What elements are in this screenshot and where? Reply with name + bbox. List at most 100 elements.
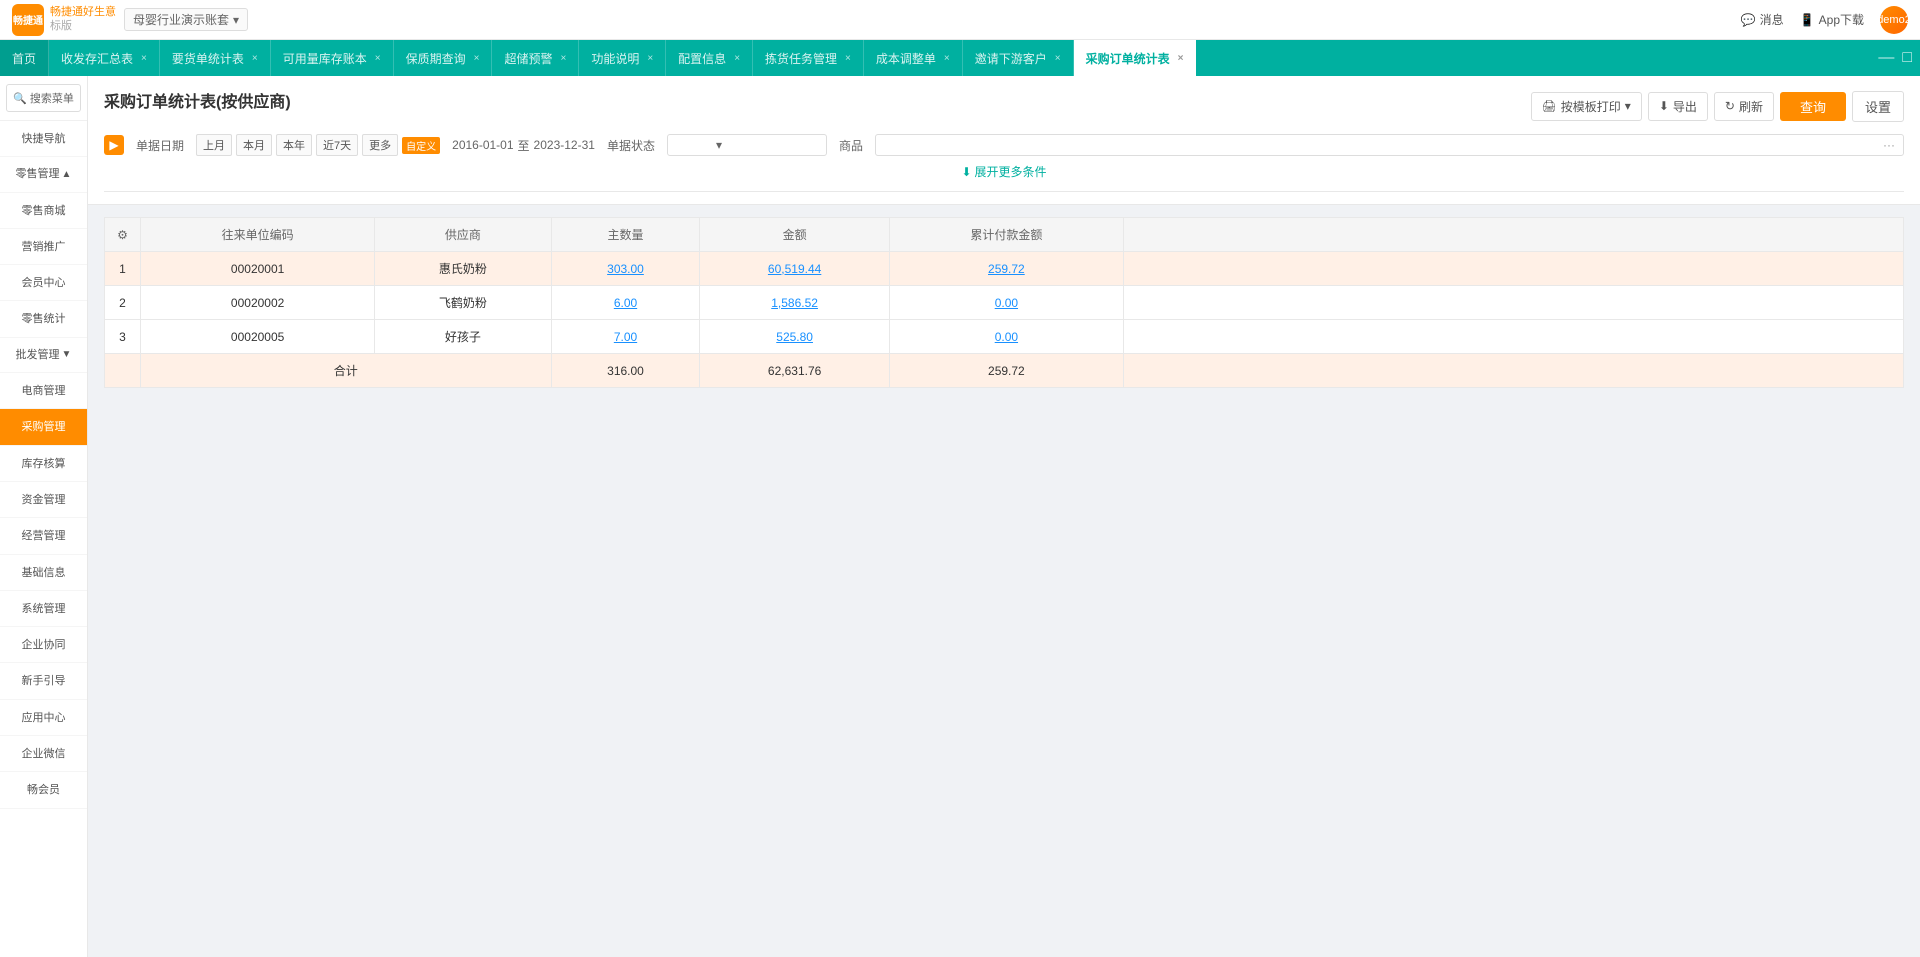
row2-amount[interactable]: 1,586.52 <box>700 286 889 320</box>
tab-cost[interactable]: 成本调整单 × <box>864 40 963 76</box>
sidebar-item-app-center[interactable]: 应用中心 <box>0 700 87 736</box>
export-button[interactable]: ⬇ 导出 <box>1648 92 1708 121</box>
sidebar-item-batch-mgmt[interactable]: 批发管理 ▼ <box>0 338 87 373</box>
col-gear[interactable]: ⚙ <box>105 218 141 252</box>
chevron-icon2: ▼ <box>62 349 72 360</box>
row2-paid[interactable]: 0.00 <box>889 286 1123 320</box>
close-tab-function[interactable]: × <box>647 53 653 64</box>
page-title: 采购订单统计表(按供应商) <box>104 88 291 112</box>
tab-task[interactable]: 拣货任务管理 × <box>753 40 864 76</box>
workspace-selector[interactable]: 母婴行业演示账套 ▾ <box>124 8 248 31</box>
sidebar-item-finance[interactable]: 资金管理 <box>0 482 87 518</box>
close-tab-purchase[interactable]: × <box>1178 53 1184 64</box>
nav-tab-actions: — □ <box>1870 49 1920 67</box>
query-button[interactable]: 查询 <box>1780 92 1846 121</box>
row3-code: 00020005 <box>141 320 375 354</box>
sidebar-item-basic-info[interactable]: 基础信息 <box>0 555 87 591</box>
row3-amount[interactable]: 525.80 <box>700 320 889 354</box>
gear-icon: ⚙ <box>117 228 128 242</box>
chevron-down-print: ▾ <box>1625 99 1631 113</box>
sidebar-item-enterprise[interactable]: 企业协同 <box>0 627 87 663</box>
chevron-down-icon: ▾ <box>233 13 239 27</box>
close-tab-cost[interactable]: × <box>944 53 950 64</box>
date-7days[interactable]: 近7天 <box>316 134 358 156</box>
table-footer-row: 合计 316.00 62,631.76 259.72 <box>105 354 1904 388</box>
status-filter-label: 单据状态 <box>607 137 655 154</box>
custom-badge: 自定义 <box>402 137 440 154</box>
date-shortcuts: 上月 本月 本年 近7天 更多 自定义 <box>196 134 440 156</box>
sidebar-item-operations[interactable]: 经营管理 <box>0 518 87 554</box>
row2-extra <box>1124 286 1904 320</box>
row3-quantity[interactable]: 7.00 <box>551 320 700 354</box>
tab-purchase[interactable]: 采购订单统计表 × <box>1074 40 1197 76</box>
row1-paid[interactable]: 259.72 <box>889 252 1123 286</box>
tab-demand[interactable]: 要货单统计表 × <box>160 40 271 76</box>
app-icon: 📱 <box>1800 13 1815 27</box>
close-tab-invite[interactable]: × <box>1055 53 1061 64</box>
close-tab-warranty[interactable]: × <box>474 53 480 64</box>
date-last-month[interactable]: 上月 <box>196 134 232 156</box>
refresh-button[interactable]: ↻ 刷新 <box>1714 92 1774 121</box>
main-layout: 🔍 搜索菜单 快捷导航 零售管理 ▲ 零售商城 营销推广 会员中心 零售统计 批… <box>0 76 1920 957</box>
sidebar-item-marketing[interactable]: 营销推广 <box>0 229 87 265</box>
sidebar-item-retail-mgmt[interactable]: 零售管理 ▲ <box>0 157 87 192</box>
col-supplier: 供应商 <box>375 218 551 252</box>
close-tab-demand[interactable]: × <box>252 53 258 64</box>
date-this-year[interactable]: 本年 <box>276 134 312 156</box>
expand-more-button[interactable]: ⬇ 展开更多条件 <box>961 160 1046 183</box>
table-container: ⚙ 往来单位编码 供应商 主数量 金额 累计付款金额 1 00020001 <box>88 205 1920 957</box>
app-download-button[interactable]: 📱 App下载 <box>1800 11 1864 28</box>
tab-home[interactable]: 首页 <box>0 40 49 76</box>
message-button[interactable]: 💬 消息 <box>1741 11 1784 28</box>
row1-amount[interactable]: 60,519.44 <box>700 252 889 286</box>
top-bar-left: 畅捷通 畅捷通好生意 标版 母婴行业演示账套 ▾ <box>12 4 248 36</box>
close-tab-task[interactable]: × <box>845 53 851 64</box>
content-area: 采购订单统计表(按供应商) 🖨 按模板打印 ▾ ⬇ 导出 ↻ 刷新 <box>88 76 1920 957</box>
status-select[interactable]: ▾ <box>667 134 827 156</box>
close-tab-overstock[interactable]: × <box>560 53 566 64</box>
date-range: 2016-01-01 至 2023-12-31 <box>452 137 595 154</box>
sidebar-item-enterprise-wechat[interactable]: 企业微信 <box>0 736 87 772</box>
sidebar-item-retail-shop[interactable]: 零售商城 <box>0 193 87 229</box>
sidebar-item-new-guide[interactable]: 新手引导 <box>0 663 87 699</box>
tab-overstock[interactable]: 超储预警 × <box>492 40 579 76</box>
tab-config[interactable]: 配置信息 × <box>666 40 753 76</box>
close-tab-inventory[interactable]: × <box>375 53 381 64</box>
goods-filter-label: 商品 <box>839 137 863 154</box>
sidebar-item-quick-nav[interactable]: 快捷导航 <box>0 121 87 157</box>
sidebar-item-member2[interactable]: 畅会员 <box>0 772 87 808</box>
search-icon: 🔍 <box>13 92 27 105</box>
sidebar-item-purchase-mgmt[interactable]: 采购管理 <box>0 409 87 445</box>
collapse-filter-button[interactable]: ▶ <box>104 135 124 155</box>
goods-input[interactable]: ··· <box>875 134 1904 156</box>
row3-index: 3 <box>105 320 141 354</box>
date-more[interactable]: 更多 <box>362 134 398 156</box>
sidebar-item-ecommerce[interactable]: 电商管理 <box>0 373 87 409</box>
tab-receive[interactable]: 收发存汇总表 × <box>49 40 160 76</box>
search-menu-button[interactable]: 🔍 搜索菜单 <box>6 84 81 112</box>
maximize-button[interactable]: □ <box>1902 49 1912 67</box>
setting-button[interactable]: 设置 <box>1852 91 1904 122</box>
row3-paid[interactable]: 0.00 <box>889 320 1123 354</box>
export-icon: ⬇ <box>1659 99 1669 113</box>
logo-text: 畅捷通好生意 标版 <box>50 6 116 32</box>
minimize-button[interactable]: — <box>1878 49 1894 67</box>
tab-warranty[interactable]: 保质期查询 × <box>394 40 493 76</box>
tab-invite[interactable]: 邀请下游客户 × <box>963 40 1074 76</box>
col-quantity: 主数量 <box>551 218 700 252</box>
col-extra <box>1124 218 1904 252</box>
row2-quantity[interactable]: 6.00 <box>551 286 700 320</box>
sidebar-item-inventory-check[interactable]: 库存核算 <box>0 446 87 482</box>
print-button[interactable]: 🖨 按模板打印 ▾ <box>1531 92 1642 121</box>
date-this-month[interactable]: 本月 <box>236 134 272 156</box>
sidebar-item-retail-stat[interactable]: 零售统计 <box>0 301 87 337</box>
close-tab-receive[interactable]: × <box>141 53 147 64</box>
close-tab-config[interactable]: × <box>734 53 740 64</box>
sidebar-item-system[interactable]: 系统管理 <box>0 591 87 627</box>
row1-quantity[interactable]: 303.00 <box>551 252 700 286</box>
tab-inventory[interactable]: 可用量库存账本 × <box>271 40 394 76</box>
sidebar-item-member[interactable]: 会员中心 <box>0 265 87 301</box>
tab-function[interactable]: 功能说明 × <box>579 40 666 76</box>
avatar[interactable]: demo2 <box>1880 6 1908 34</box>
nav-tabs: 首页 收发存汇总表 × 要货单统计表 × 可用量库存账本 × 保质期查询 × 超… <box>0 40 1920 76</box>
